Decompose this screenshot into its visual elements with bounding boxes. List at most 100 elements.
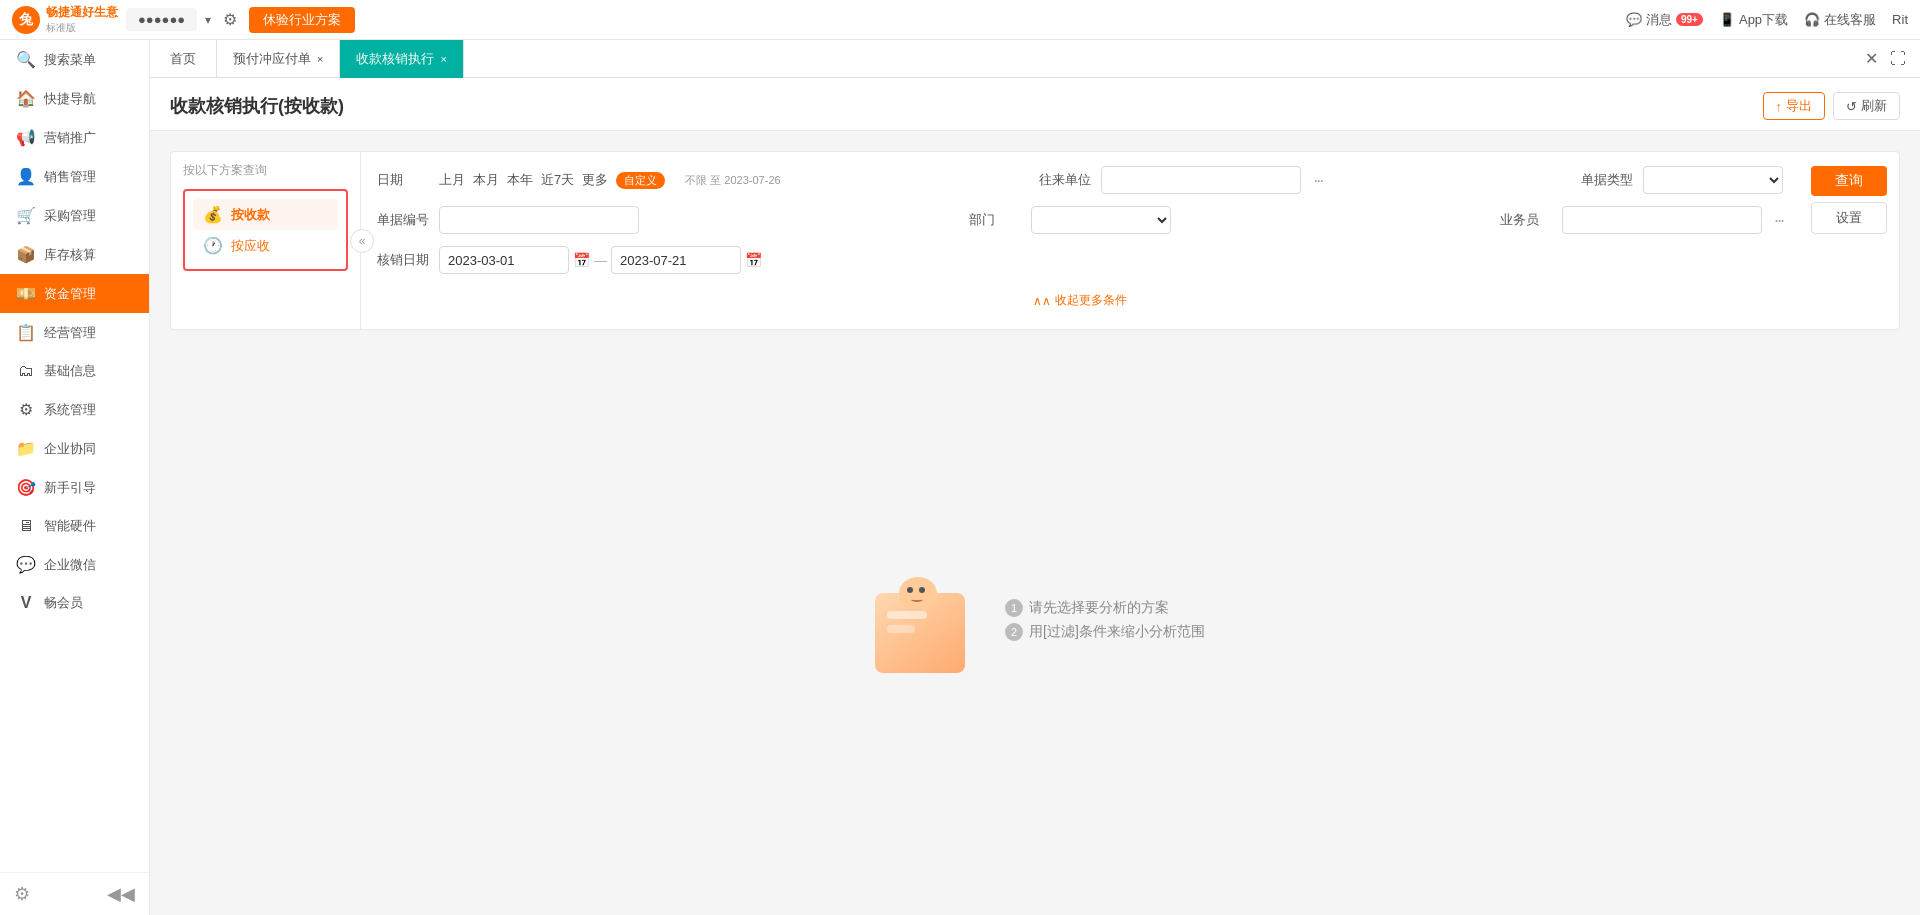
online-service-button[interactable]: 🎧 在线客服 xyxy=(1804,11,1876,29)
basic-info-icon: 🗂 xyxy=(16,362,36,380)
wechat-icon: 💬 xyxy=(16,555,36,574)
staff-label: 业务员 xyxy=(1500,211,1554,229)
sidebar-item-operations[interactable]: 📋 经营管理 xyxy=(0,313,149,352)
verify-end-cal-icon[interactable]: 📅 xyxy=(745,252,762,268)
order-no-input[interactable] xyxy=(439,206,639,234)
sidebar-item-purchase[interactable]: 🛒 采购管理 xyxy=(0,196,149,235)
message-button[interactable]: 💬 消息 99+ xyxy=(1626,11,1703,29)
tab-prepay[interactable]: 预付冲应付单 × xyxy=(217,40,340,78)
search-icon: 🔍 xyxy=(16,50,36,69)
verify-end-input[interactable] xyxy=(611,246,741,274)
hardware-icon: 🖥 xyxy=(16,517,36,535)
gear-icon[interactable]: ⚙ xyxy=(223,10,237,29)
date-label: 日期 xyxy=(377,171,431,189)
query-actions: 查询 设置 xyxy=(1799,152,1899,329)
collapse-sidebar-icon[interactable]: ◀◀ xyxy=(107,883,135,905)
date-last-month[interactable]: 上月 xyxy=(439,171,465,189)
service-icon: 🎧 xyxy=(1804,12,1820,27)
system-icon: ⚙ xyxy=(16,400,36,419)
sidebar-item-marketing[interactable]: 📢 营销推广 xyxy=(0,118,149,157)
page-title: 收款核销执行(按收款) xyxy=(170,94,344,118)
tab-bar: 首页 预付冲应付单 × 收款核销执行 × ✕ ⛶ xyxy=(150,40,1920,78)
date-7days[interactable]: 近7天 xyxy=(541,171,574,189)
order-no-field: 单据编号 xyxy=(377,206,639,234)
sidebar-item-basic-info[interactable]: 🗂 基础信息 xyxy=(0,352,149,390)
filter-row-3: 核销日期 📅 — 📅 xyxy=(377,246,1783,274)
tab-home[interactable]: 首页 xyxy=(150,40,217,78)
company-selector[interactable]: ●●●●●● xyxy=(126,8,197,31)
industry-solution-button[interactable]: 休验行业方案 xyxy=(249,7,355,33)
staff-input[interactable] xyxy=(1562,206,1762,234)
filter-row-2: 单据编号 部门 xyxy=(377,206,1783,234)
order-no-label: 单据编号 xyxy=(377,211,431,229)
query-button[interactable]: 查询 xyxy=(1811,166,1887,196)
close-tab-icon[interactable]: ✕ xyxy=(1861,45,1882,72)
sidebar-item-search[interactable]: 🔍 搜索菜单 xyxy=(0,40,149,79)
marketing-icon: 📢 xyxy=(16,128,36,147)
sidebar-item-member[interactable]: V 畅会员 xyxy=(0,584,149,622)
tab-verify[interactable]: 收款核销执行 × xyxy=(340,40,463,78)
sidebar-item-guide[interactable]: 🎯 新手引导 xyxy=(0,468,149,507)
collapse-conditions-button[interactable]: ∧∧ 收起更多条件 xyxy=(377,286,1783,315)
expand-icon[interactable]: ⛶ xyxy=(1886,46,1910,72)
empty-hint-2: 2 用[过滤]条件来缩小分析范围 xyxy=(1005,623,1205,641)
tab-close-verify[interactable]: × xyxy=(440,53,446,65)
filter-by-receipt[interactable]: 💰 按收款 xyxy=(193,199,338,230)
guide-icon: 🎯 xyxy=(16,478,36,497)
date-sub-text: 不限 至 2023-07-26 xyxy=(685,172,780,188)
refresh-icon: ↺ xyxy=(1846,99,1857,114)
app-name: 畅捷通好生意 xyxy=(46,4,118,21)
sidebar-item-inventory[interactable]: 📦 库存核算 xyxy=(0,235,149,274)
sidebar-item-hardware[interactable]: 🖥 智能硬件 xyxy=(0,507,149,545)
verify-date-label: 核销日期 xyxy=(377,251,431,269)
collapse-up-icon: ∧∧ xyxy=(1033,294,1051,308)
sidebar-item-finance[interactable]: 💴 资金管理 xyxy=(0,274,149,313)
sidebar-item-sales[interactable]: 👤 销售管理 xyxy=(0,157,149,196)
empty-state: 1 请先选择要分析的方案 2 用[过滤]条件来缩小分析范围 xyxy=(865,573,1205,673)
date-this-month[interactable]: 本月 xyxy=(473,171,499,189)
settings-bottom-icon[interactable]: ⚙ xyxy=(14,883,30,905)
verify-date-range: 📅 — 📅 xyxy=(439,246,762,274)
date-quick-links: 上月 本月 本年 近7天 更多 自定义 xyxy=(439,171,665,189)
tab-close-prepay[interactable]: × xyxy=(317,53,323,65)
order-type-field: 单据类型 xyxy=(1581,166,1783,194)
verify-start-cal-icon[interactable]: 📅 xyxy=(573,252,590,268)
date-this-year[interactable]: 本年 xyxy=(507,171,533,189)
filter-collapse-button[interactable]: « xyxy=(350,229,374,253)
date-field: 日期 上月 本月 本年 近7天 更多 自定义 xyxy=(377,171,665,189)
top-bar-right: 💬 消息 99+ 📱 App下载 🎧 在线客服 Rit xyxy=(1626,11,1908,29)
message-badge: 99+ xyxy=(1676,13,1703,26)
date-custom-tag[interactable]: 自定义 xyxy=(616,172,665,189)
sidebar-item-nav[interactable]: 🏠 快捷导航 xyxy=(0,79,149,118)
staff-more-icon[interactable]: ··· xyxy=(1774,210,1783,231)
partner-input[interactable] xyxy=(1101,166,1301,194)
sidebar-item-wechat[interactable]: 💬 企业微信 xyxy=(0,545,149,584)
receipt-icon: 💰 xyxy=(203,205,223,224)
app-download-button[interactable]: 📱 App下载 xyxy=(1719,11,1788,29)
dept-label: 部门 xyxy=(969,211,1023,229)
staff-field: 业务员 ··· xyxy=(1500,206,1783,234)
partner-field: 往来单位 ··· xyxy=(1039,166,1322,194)
empty-hint-1: 1 请先选择要分析的方案 xyxy=(1005,599,1205,617)
sidebar-item-cooperation[interactable]: 📁 企业协同 xyxy=(0,429,149,468)
dropdown-arrow-icon[interactable]: ▾ xyxy=(205,13,211,27)
user-name[interactable]: Rit xyxy=(1892,12,1908,27)
member-icon: V xyxy=(16,594,36,612)
filter-by-receivable[interactable]: 🕐 按应收 xyxy=(193,230,338,261)
export-button[interactable]: ↑ 导出 xyxy=(1763,92,1826,120)
sidebar-item-system[interactable]: ⚙ 系统管理 xyxy=(0,390,149,429)
dept-field: 部门 xyxy=(969,206,1171,234)
verify-start-input[interactable] xyxy=(439,246,569,274)
dept-select[interactable] xyxy=(1031,206,1171,234)
partner-label: 往来单位 xyxy=(1039,171,1093,189)
app-icon: 📱 xyxy=(1719,12,1735,27)
sales-icon: 👤 xyxy=(16,167,36,186)
date-more[interactable]: 更多 xyxy=(582,171,608,189)
partner-more-icon[interactable]: ··· xyxy=(1313,170,1322,191)
filter-row-1: 日期 上月 本月 本年 近7天 更多 自定义 不限 至 2023-0 xyxy=(377,166,1783,194)
refresh-button[interactable]: ↺ 刷新 xyxy=(1833,92,1900,120)
settings-button[interactable]: 设置 xyxy=(1811,202,1887,234)
order-type-label: 单据类型 xyxy=(1581,171,1635,189)
order-type-select[interactable] xyxy=(1643,166,1783,194)
app-version: 标准版 xyxy=(46,21,118,35)
